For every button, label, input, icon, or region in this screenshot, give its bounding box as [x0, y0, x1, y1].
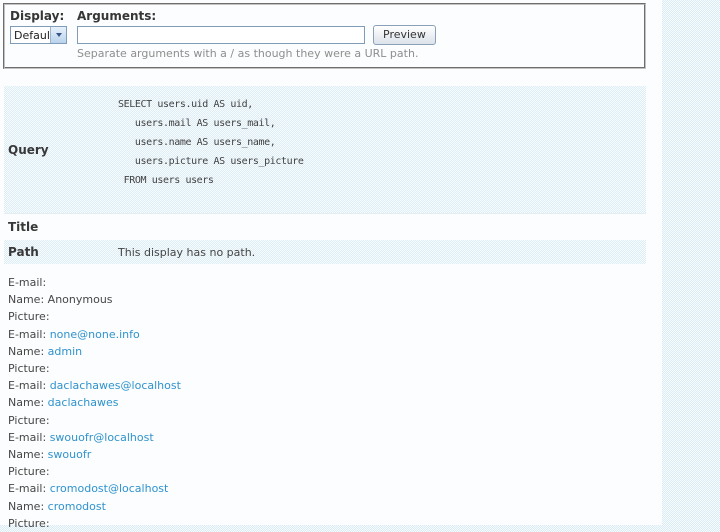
display-select[interactable]: Defaults: [10, 26, 67, 44]
field-label: Picture:: [8, 516, 50, 530]
result-line: Picture:: [8, 308, 648, 325]
result-line: Picture:: [8, 412, 648, 429]
field-label: Name:: [8, 396, 45, 410]
result-line: E-mail: none@none.info: [8, 326, 648, 343]
field-value[interactable]: cromodost@localhost: [50, 482, 169, 495]
query-value-cell: SELECT users.uid AS uid, users.mail AS u…: [114, 86, 646, 213]
info-row-query: Query SELECT users.uid AS uid, users.mai…: [4, 86, 646, 213]
result-line: Name: daclachawes: [8, 394, 648, 411]
result-line: E-mail:: [8, 274, 648, 291]
info-row-title: Title: [4, 213, 646, 240]
result-line: Picture:: [8, 360, 648, 377]
field-label: Name:: [8, 448, 45, 462]
field-value[interactable]: swouofr: [48, 448, 92, 461]
arguments-input[interactable]: [77, 26, 365, 44]
chevron-down-glyph: [55, 33, 62, 37]
field-value[interactable]: admin: [48, 345, 82, 358]
main-content-area: Display: Defaults Arguments: Preview Sep…: [0, 0, 662, 530]
title-label: Title: [8, 220, 39, 234]
view-info-table: Query SELECT users.uid AS uid, users.mai…: [4, 86, 646, 264]
result-line: E-mail: daclachawes@localhost: [8, 377, 648, 394]
field-label: Name:: [8, 344, 45, 358]
arguments-label: Arguments:: [77, 9, 157, 23]
result-line: Name: cromodost: [8, 498, 648, 515]
results-list: E-mail: Name: Anonymous Picture: E-mail: …: [8, 274, 648, 532]
field-label: E-mail:: [8, 327, 47, 341]
field-value[interactable]: daclachawes@localhost: [50, 379, 181, 392]
sql-query-text: SELECT users.uid AS uid, users.mail AS u…: [118, 99, 304, 186]
query-label: Query: [8, 142, 49, 157]
result-line: Name: swouofr: [8, 446, 648, 463]
result-line: E-mail: swouofr@localhost: [8, 429, 648, 446]
result-line: Picture:: [8, 463, 648, 480]
title-value: [114, 214, 646, 240]
field-label: Picture:: [8, 362, 50, 376]
field-label: Name:: [8, 499, 45, 513]
field-value: Anonymous: [47, 293, 113, 307]
result-line: Picture:: [8, 515, 648, 532]
field-label: Picture:: [8, 413, 50, 427]
field-label: E-mail:: [8, 276, 47, 289]
field-label: E-mail:: [8, 379, 47, 393]
field-label: Picture:: [8, 310, 50, 324]
result-line: Name: admin: [8, 343, 648, 360]
field-label: Name:: [8, 293, 45, 307]
field-value[interactable]: swouofr@localhost: [50, 431, 154, 444]
field-value[interactable]: cromodost: [48, 500, 106, 513]
field-label: E-mail:: [8, 482, 47, 496]
preview-form-fieldset: Display: Defaults Arguments: Preview Sep…: [3, 3, 646, 69]
field-label: Picture:: [8, 465, 50, 479]
arguments-help-text: Separate arguments with a / as though th…: [77, 47, 419, 60]
path-value: This display has no path.: [118, 245, 256, 259]
info-row-path: Path This display has no path.: [4, 240, 646, 264]
result-line: E-mail: cromodost@localhost: [8, 480, 648, 497]
path-label: Path: [8, 245, 39, 259]
result-line: Name: Anonymous: [8, 291, 648, 308]
preview-button[interactable]: Preview: [373, 25, 436, 45]
field-value[interactable]: daclachawes: [48, 396, 119, 409]
field-label: E-mail:: [8, 430, 47, 444]
chevron-down-icon[interactable]: [50, 27, 66, 43]
field-value[interactable]: none@none.info: [50, 328, 140, 341]
display-label: Display:: [10, 9, 65, 23]
display-select-value: Defaults: [14, 29, 50, 42]
